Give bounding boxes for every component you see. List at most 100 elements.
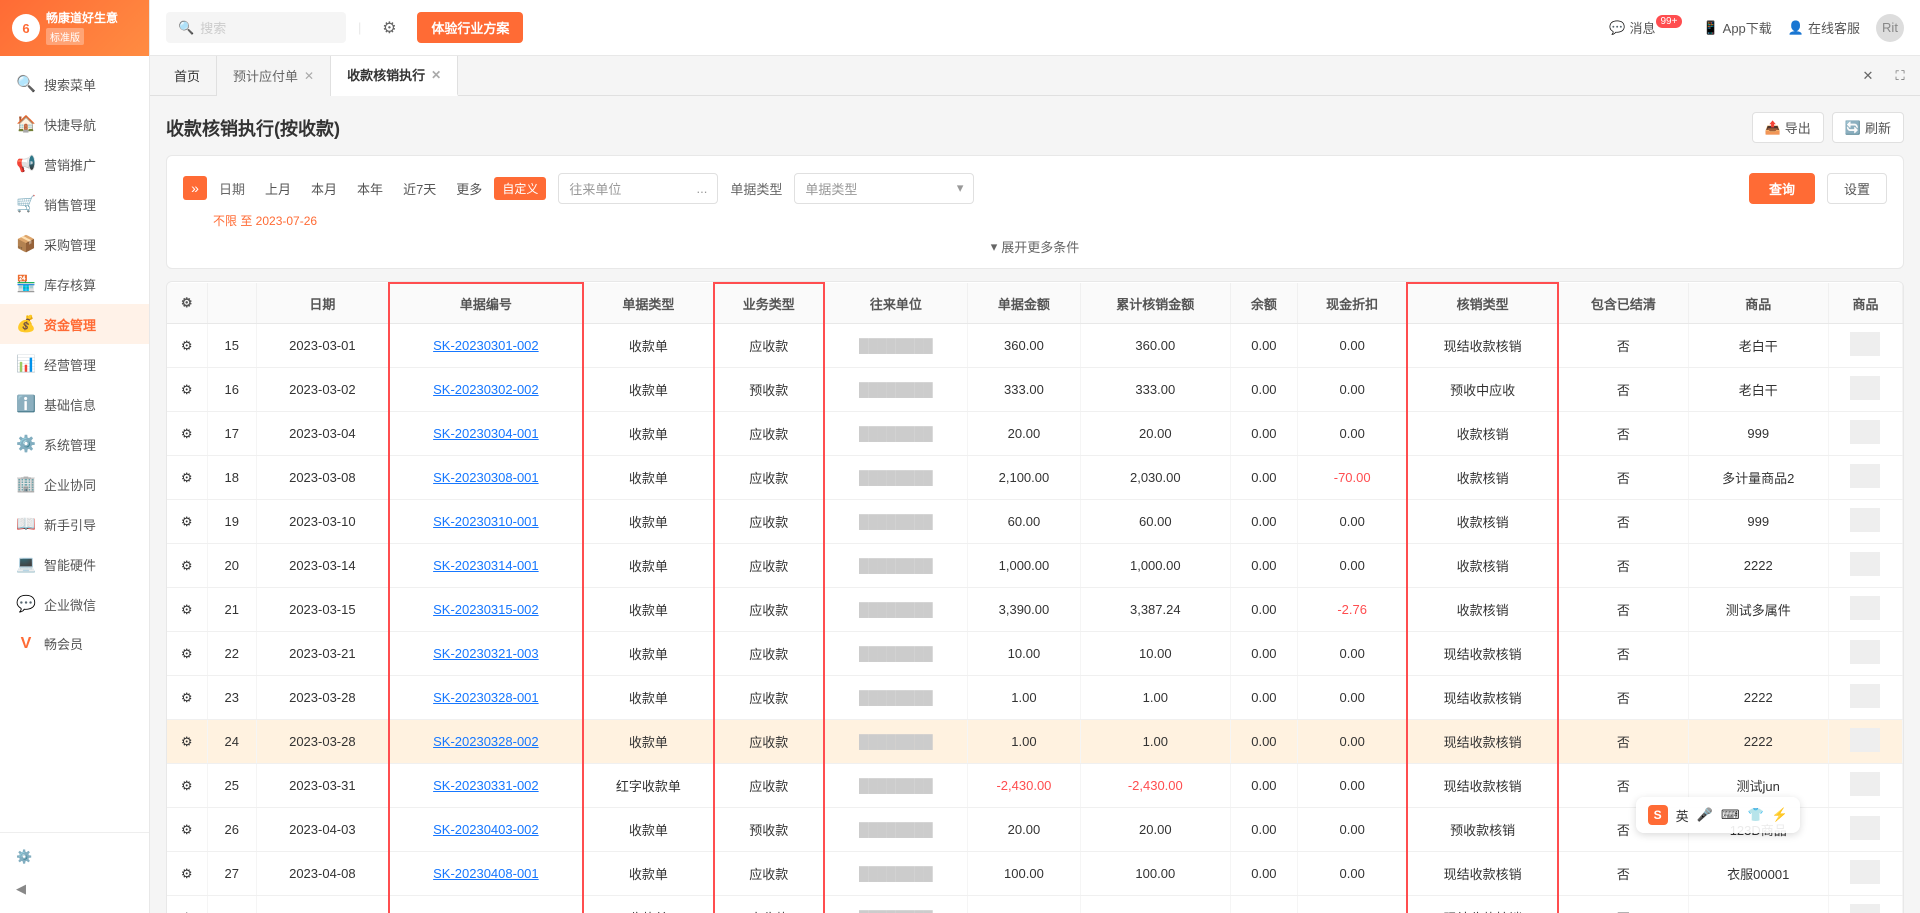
td-settings[interactable]: ⚙ [167, 632, 207, 676]
td-settings[interactable]: ⚙ [167, 324, 207, 368]
date-opt-more[interactable]: 更多 [448, 176, 490, 201]
td-xianjinzhekou: 0.00 [1298, 632, 1407, 676]
date-opt-this-year[interactable]: 本年 [349, 176, 391, 201]
sidebar-item-operations[interactable]: 📊 经营管理 [0, 344, 149, 384]
tab-receipt-close[interactable]: ✕ [431, 68, 441, 82]
sidebar-item-search[interactable]: 🔍 搜索菜单 [0, 64, 149, 104]
sidebar-item-enterprise[interactable]: 🏢 企业协同 [0, 464, 149, 504]
td-danbiannum: SK-20230408-001 [389, 852, 583, 896]
th-settings[interactable]: ⚙ [167, 283, 207, 324]
date-custom-btn[interactable]: 自定义 [494, 177, 546, 200]
td-shangpin1: 999 [1688, 500, 1828, 544]
td-hexiaoleixing: 现结收款核销 [1407, 764, 1558, 808]
td-baohanjieqing: 否 [1558, 852, 1688, 896]
td-danbiannum: SK-20230321-003 [389, 632, 583, 676]
td-shangpin1: 测试多属件 [1688, 588, 1828, 632]
tabs-bar: 首页 预计应付单 ✕ 收款核销执行 ✕ ✕ ⛶ [150, 56, 1920, 96]
td-wanglaidanwei: ████████ [824, 808, 967, 852]
td-danjujiine: 333.00 [967, 368, 1080, 412]
topbar-search[interactable]: 🔍 搜索 [166, 12, 346, 43]
td-settings[interactable]: ⚙ [167, 676, 207, 720]
td-shangpin2 [1828, 456, 1902, 500]
expand-conditions-btn[interactable]: ▾ 展开更多条件 [991, 237, 1080, 256]
td-danbiannum: SK-20230403-002 [389, 808, 583, 852]
guide-icon: 📖 [16, 514, 36, 534]
user-avatar[interactable]: Rit [1876, 14, 1904, 42]
sidebar-item-wechat[interactable]: 💬 企业微信 [0, 584, 149, 624]
sidebar-item-marketing[interactable]: 📢 营销推广 [0, 144, 149, 184]
date-opt-7days[interactable]: 近7天 [395, 176, 444, 201]
td-date: 2023-04-18 [257, 896, 389, 913]
td-danjujiine: 2,100.00 [967, 456, 1080, 500]
partner-filter-input[interactable]: 往来单位 ... [558, 173, 718, 204]
sidebar-item-system[interactable]: ⚙️ 系统管理 [0, 424, 149, 464]
app-download-item[interactable]: 📱 App下载 [1702, 18, 1771, 37]
td-settings[interactable]: ⚙ [167, 368, 207, 412]
th-danjujiine: 单据金额 [967, 283, 1080, 324]
table-row: ⚙ 21 2023-03-15 SK-20230315-002 收款单 应收款 … [167, 588, 1903, 632]
td-settings[interactable]: ⚙ [167, 852, 207, 896]
sidebar-item-label: 采购管理 [44, 235, 96, 254]
receipt-type-label: 单据类型 [730, 179, 782, 198]
grid-icon[interactable]: ⚡ [1772, 807, 1788, 823]
sidebar-collapse-btn[interactable]: ◀ [0, 873, 149, 905]
query-btn[interactable]: 查询 [1749, 173, 1815, 204]
receipt-type-select[interactable]: 单据类型 ▾ [794, 173, 974, 204]
td-shangpin1: 衣服00001 [1688, 852, 1828, 896]
td-shangpin2 [1828, 544, 1902, 588]
sidebar-item-member[interactable]: V 畅会员 [0, 624, 149, 663]
sidebar-item-shortcuts[interactable]: 🏠 快捷导航 [0, 104, 149, 144]
keyboard-icon[interactable]: ⌨ [1721, 807, 1740, 823]
industry-btn[interactable]: 体验行业方案 [417, 12, 523, 43]
date-opt-last-month[interactable]: 上月 [257, 176, 299, 201]
online-service-item[interactable]: 👤 在线客服 [1788, 18, 1860, 37]
shirt-icon[interactable]: 👕 [1748, 807, 1764, 823]
notification-item[interactable]: 💬 消息 99+ [1609, 18, 1686, 37]
td-settings[interactable]: ⚙ [167, 764, 207, 808]
td-xianjinzhekou: 0.00 [1298, 896, 1407, 913]
logo-icon: 6 [12, 14, 40, 42]
td-settings[interactable]: ⚙ [167, 456, 207, 500]
sidebar-item-inventory[interactable]: 🏪 库存核算 [0, 264, 149, 304]
gear-button[interactable]: ⚙ [373, 12, 405, 44]
td-settings[interactable]: ⚙ [167, 500, 207, 544]
tab-home[interactable]: 首页 [158, 56, 217, 96]
mic-icon[interactable]: 🎤 [1697, 807, 1713, 823]
filter-toggle-btn[interactable]: » [183, 176, 207, 200]
td-yue: 0.00 [1230, 588, 1298, 632]
td-date: 2023-04-03 [257, 808, 389, 852]
filter-setting-btn[interactable]: 设置 [1827, 173, 1887, 204]
sidebar-item-purchase[interactable]: 📦 采购管理 [0, 224, 149, 264]
refresh-btn[interactable]: 🔄 刷新 [1832, 112, 1904, 143]
export-icon: 📤 [1765, 120, 1781, 136]
td-settings[interactable]: ⚙ [167, 588, 207, 632]
sidebar-settings-btn[interactable]: ⚙️ [0, 841, 149, 873]
td-yewuleixing: 预收款 [714, 808, 824, 852]
td-settings[interactable]: ⚙ [167, 544, 207, 588]
sidebar-item-guide[interactable]: 📖 新手引导 [0, 504, 149, 544]
sidebar-item-label: 经营管理 [44, 355, 96, 374]
refresh-icon: 🔄 [1845, 120, 1861, 136]
sidebar-item-hardware[interactable]: 💻 智能硬件 [0, 544, 149, 584]
export-btn[interactable]: 📤 导出 [1752, 112, 1824, 143]
td-yue: 0.00 [1230, 544, 1298, 588]
sidebar-item-funds[interactable]: 💰 资金管理 [0, 304, 149, 344]
date-opt-this-month[interactable]: 本月 [303, 176, 345, 201]
watermark-text: 英 [1676, 806, 1689, 825]
sidebar-item-label: 销售管理 [44, 195, 96, 214]
td-leijijinee: 1.00 [1081, 720, 1231, 764]
tab-receipt[interactable]: 收款核销执行 ✕ [331, 56, 458, 96]
td-settings[interactable]: ⚙ [167, 412, 207, 456]
td-settings[interactable]: ⚙ [167, 808, 207, 852]
td-settings[interactable]: ⚙ [167, 720, 207, 764]
maximize-window-btn[interactable]: ⛶ [1888, 64, 1912, 88]
tab-payable[interactable]: 预计应付单 ✕ [217, 56, 331, 96]
td-danjujiine: 1.00 [967, 720, 1080, 764]
sidebar-item-basics[interactable]: ℹ️ 基础信息 [0, 384, 149, 424]
sidebar-item-sales[interactable]: 🛒 销售管理 [0, 184, 149, 224]
td-baohanjieqing: 否 [1558, 896, 1688, 913]
tab-payable-close[interactable]: ✕ [304, 69, 314, 83]
close-window-btn[interactable]: ✕ [1856, 64, 1880, 88]
td-rownum: 18 [207, 456, 257, 500]
td-settings[interactable]: ⚙ [167, 896, 207, 913]
